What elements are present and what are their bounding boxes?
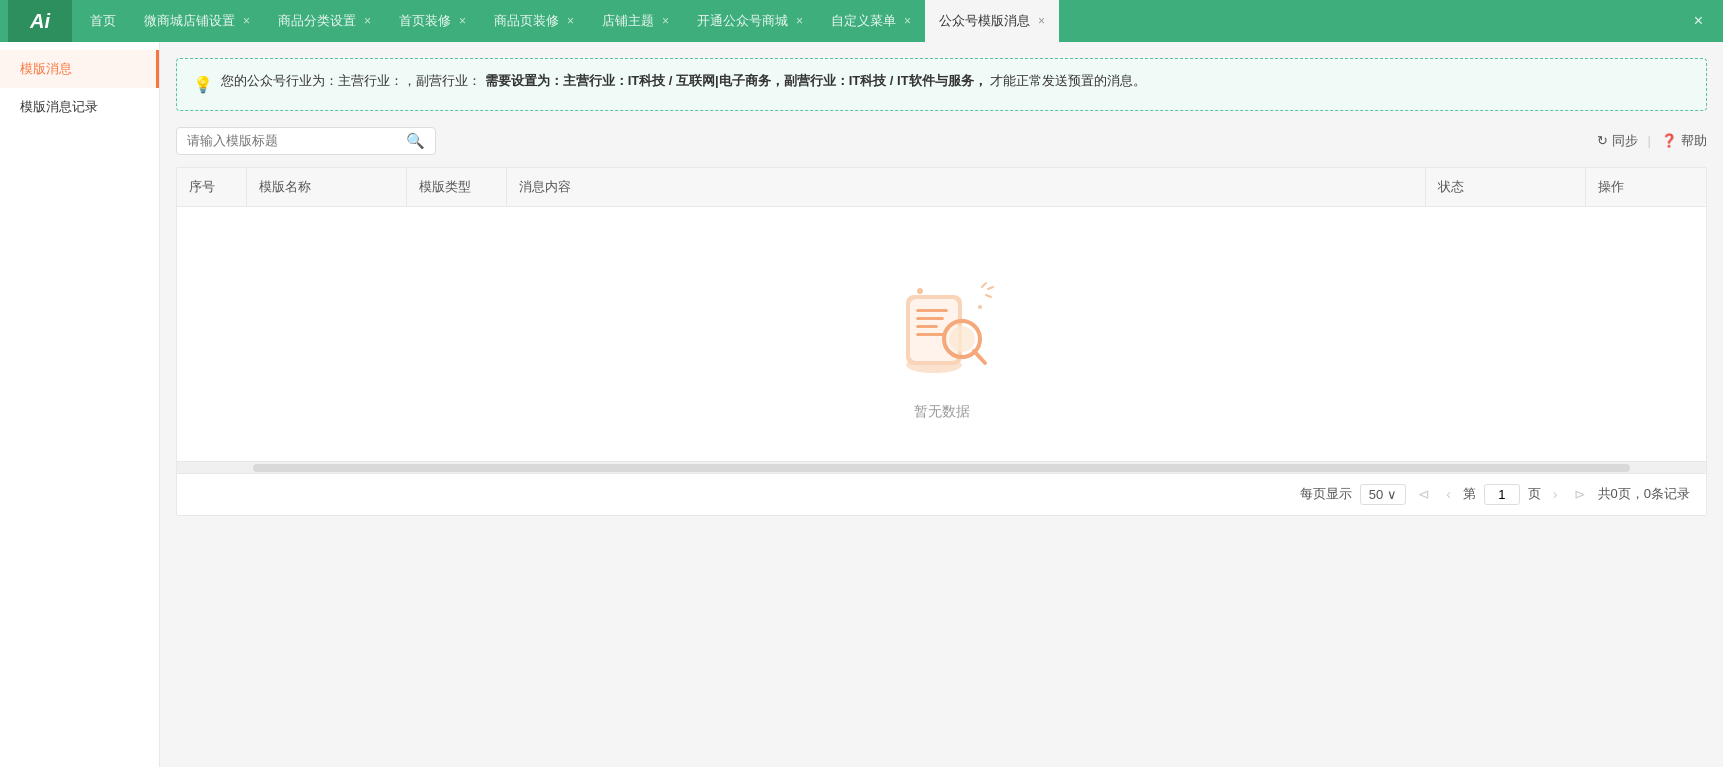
search-icon[interactable]: 🔍 [406,132,425,150]
search-input-wrap[interactable]: 🔍 [176,127,436,155]
nav-tab-custom-menu[interactable]: 自定义菜单 × [817,0,925,42]
notice-box: 💡 您的公众号行业为：主营行业：，副营行业： 需要设置为：主营行业：IT科技 /… [176,58,1707,111]
help-label: 帮助 [1681,132,1707,150]
help-icon: ❓ [1661,133,1677,148]
toolbar-right: ↻ 同步 | ❓ 帮助 [1597,132,1707,150]
sync-label: 同步 [1612,132,1638,150]
svg-line-13 [988,287,993,289]
col-header-seq: 序号 [177,168,247,206]
nav-tab-home-decoration[interactable]: 首页装修 × [385,0,480,42]
app-logo: Ai [8,0,72,42]
page-next-button[interactable]: › [1549,486,1562,502]
search-area: 🔍 ↻ 同步 | ❓ 帮助 [176,127,1707,155]
col-header-status: 状态 [1426,168,1586,206]
page-size-label: 每页显示 [1300,485,1352,503]
nav-tab-home-label: 首页 [90,12,116,30]
nav-tab-shop-theme-close[interactable]: × [662,14,669,28]
nav-tab-shop-theme[interactable]: 店铺主题 × [588,0,683,42]
nav-tab-micro-shop-close[interactable]: × [243,14,250,28]
sidebar-item-template-message-label: 模版消息 [20,61,72,76]
col-header-content: 消息内容 [507,168,1426,206]
svg-rect-5 [916,325,938,328]
nav-tab-template-message-label: 公众号模版消息 [939,12,1030,30]
page-prev-button[interactable]: ‹ [1442,486,1455,502]
col-header-name: 模版名称 [247,168,407,206]
col-header-type: 模版类型 [407,168,507,206]
nav-tab-open-shop[interactable]: 开通公众号商城 × [683,0,817,42]
toolbar-divider: | [1648,133,1651,148]
sync-icon: ↻ [1597,133,1608,148]
nav-tab-product-decoration-label: 商品页装修 [494,12,559,30]
page-first-button[interactable]: ⊲ [1414,486,1434,502]
page-prefix-label: 第 [1463,485,1476,503]
page-number-input[interactable] [1484,484,1520,505]
nav-tab-product-category[interactable]: 商品分类设置 × [264,0,385,42]
page-size-dropdown-icon: ∨ [1387,487,1397,502]
svg-rect-6 [916,333,946,336]
svg-line-9 [974,351,985,363]
sync-button[interactable]: ↻ 同步 [1597,132,1638,150]
nav-tab-product-category-label: 商品分类设置 [278,12,356,30]
nav-tab-shop-theme-label: 店铺主题 [602,12,654,30]
nav-tab-product-decoration-close[interactable]: × [567,14,574,28]
sidebar-item-template-record[interactable]: 模版消息记录 [0,88,159,126]
nav-tab-micro-shop[interactable]: 微商城店铺设置 × [130,0,264,42]
nav-tab-template-message[interactable]: 公众号模版消息 × [925,0,1059,42]
nav-tab-home[interactable]: 首页 [76,0,130,42]
page-size-value: 50 [1369,487,1383,502]
page-size-selector[interactable]: 50 ∨ [1360,484,1406,505]
page-last-button[interactable]: ⊳ [1570,486,1590,502]
svg-point-10 [917,288,923,294]
nav-tab-micro-shop-label: 微商城店铺设置 [144,12,235,30]
main-content: 💡 您的公众号行业为：主营行业：，副营行业： 需要设置为：主营行业：IT科技 /… [160,42,1723,767]
svg-point-8 [949,326,975,352]
page-label: 页 [1528,485,1541,503]
search-input[interactable] [187,133,406,148]
top-nav: Ai 首页 微商城店铺设置 × 商品分类设置 × 首页装修 × 商品页装修 × … [0,0,1723,42]
notice-text: 您的公众号行业为：主营行业：，副营行业： 需要设置为：主营行业：IT科技 / 互… [221,71,1146,92]
svg-rect-4 [916,317,944,320]
nav-tab-open-shop-label: 开通公众号商城 [697,12,788,30]
help-button[interactable]: ❓ 帮助 [1661,132,1707,150]
nav-tab-template-message-close[interactable]: × [1038,14,1045,28]
svg-line-12 [982,283,986,287]
nav-tab-open-shop-close[interactable]: × [796,14,803,28]
sidebar-item-template-record-label: 模版消息记录 [20,99,98,114]
empty-text: 暂无数据 [914,403,970,421]
main-layout: 模版消息 模版消息记录 💡 您的公众号行业为：主营行业：，副营行业： 需要设置为… [0,42,1723,767]
nav-tab-custom-menu-label: 自定义菜单 [831,12,896,30]
svg-rect-3 [916,309,948,312]
page-total-info: 共0页，0条记录 [1598,485,1690,503]
sidebar: 模版消息 模版消息记录 [0,42,160,767]
sidebar-item-template-message[interactable]: 模版消息 [0,50,159,88]
notice-prefix: 您的公众号行业为：主营行业：，副营行业： [221,73,481,88]
notice-suffix: 才能正常发送预置的消息。 [990,73,1146,88]
col-header-action: 操作 [1586,168,1706,206]
pagination: 每页显示 50 ∨ ⊲ ‹ 第 页 › ⊳ 共0页，0条记录 [177,473,1706,515]
data-table: 序号 模版名称 模版类型 消息内容 状态 操作 [176,167,1707,516]
notice-icon: 💡 [193,72,213,98]
table-header: 序号 模版名称 模版类型 消息内容 状态 操作 [177,168,1706,207]
notice-highlight: 需要设置为：主营行业：IT科技 / 互联网|电子商务，副营行业：IT科技 / I… [485,73,987,88]
horizontal-scrollbar[interactable] [177,461,1706,473]
nav-tab-home-decoration-close[interactable]: × [459,14,466,28]
scroll-bar-track[interactable] [253,464,1629,472]
nav-tab-product-decoration[interactable]: 商品页装修 × [480,0,588,42]
global-close-button[interactable]: × [1682,12,1715,30]
nav-tab-custom-menu-close[interactable]: × [904,14,911,28]
nav-tab-product-category-close[interactable]: × [364,14,371,28]
empty-illustration [882,267,1002,387]
nav-tab-home-decoration-label: 首页装修 [399,12,451,30]
empty-state: 暂无数据 [177,207,1706,461]
svg-point-11 [978,305,982,309]
svg-line-14 [986,295,991,297]
